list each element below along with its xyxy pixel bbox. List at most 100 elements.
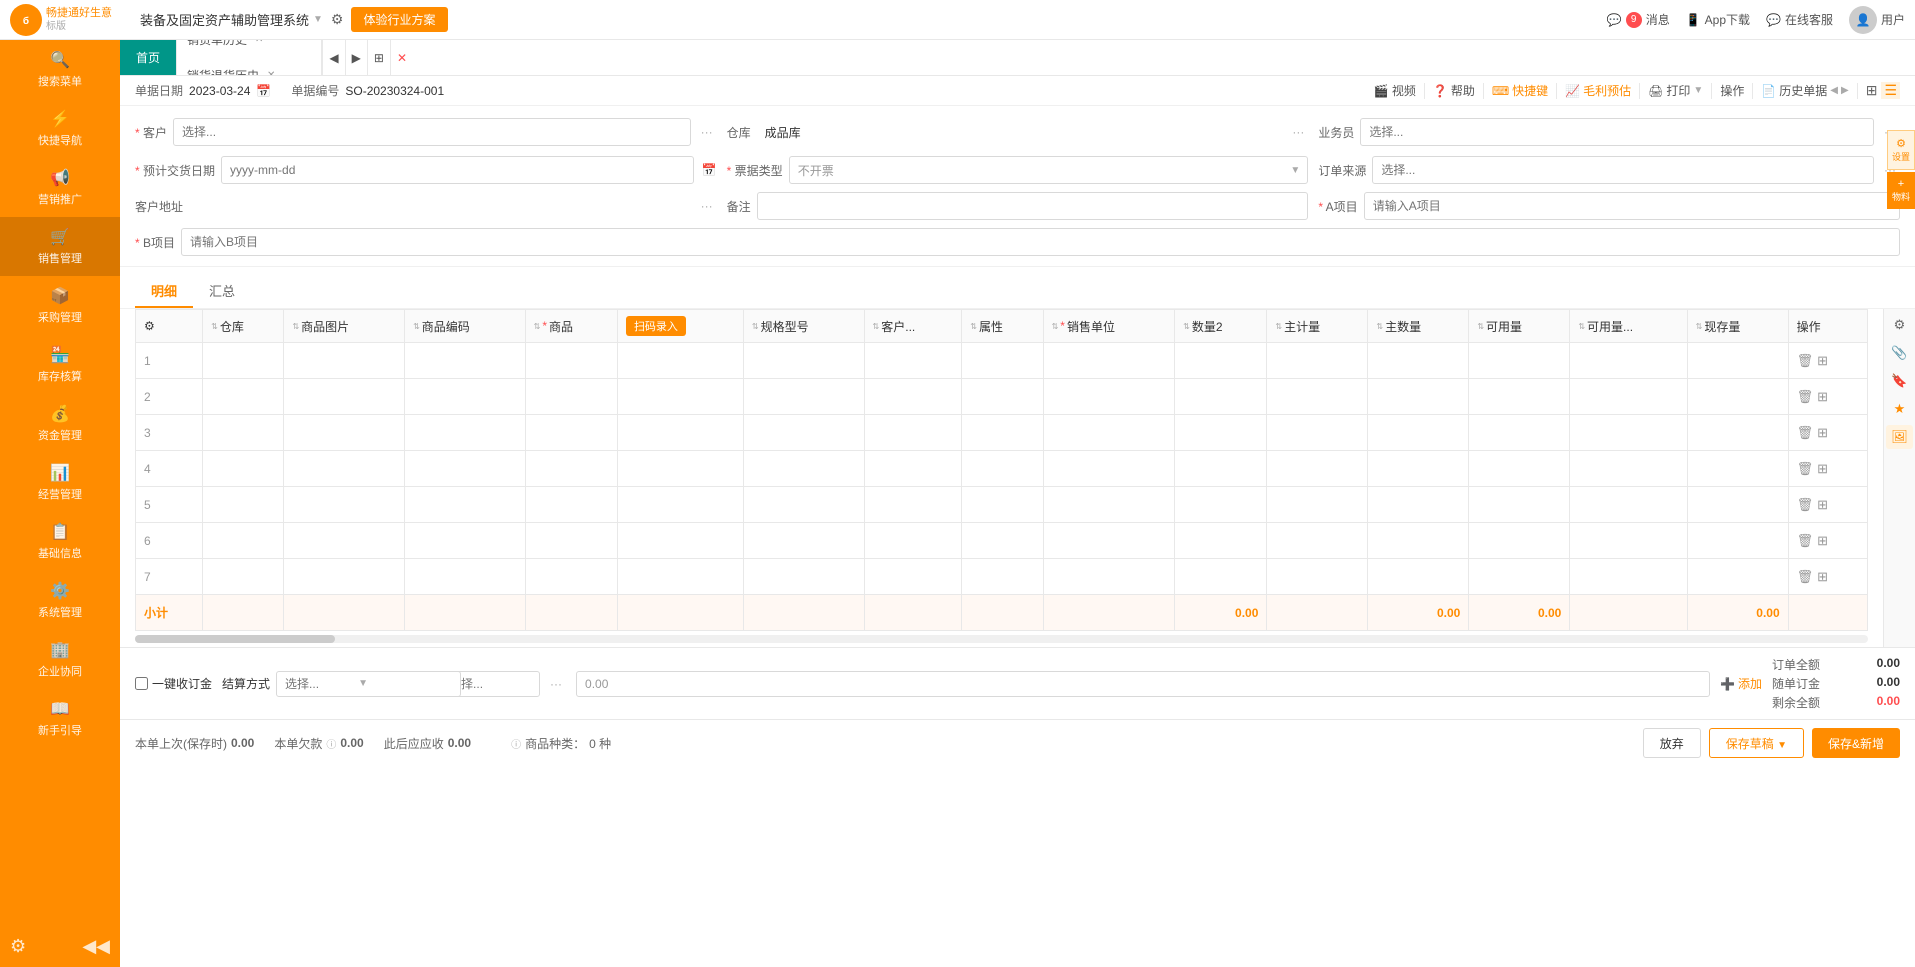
col-main-qty[interactable]: ⇅主数量 <box>1368 310 1469 343</box>
col-settings-icon[interactable]: ⚙ <box>144 319 155 333</box>
copy-icon[interactable]: ⊞ <box>1817 353 1828 369</box>
sidebar-item-base-info[interactable]: 📋基础信息 <box>0 512 120 571</box>
sidebar-collapse-btn[interactable]: ◀◀ <box>82 936 110 957</box>
customer-input[interactable] <box>173 118 691 146</box>
tab-next-btn[interactable]: ▶ <box>345 40 367 76</box>
save-new-btn[interactable]: 保存&新增 <box>1812 728 1900 758</box>
delivery-date-icon[interactable]: 📅 <box>702 163 717 177</box>
col-product-image[interactable]: ⇅商品图片 <box>284 310 405 343</box>
col-customer-code[interactable]: ⇅客户... <box>864 310 962 343</box>
delete-icon[interactable]: 🗑 <box>1797 533 1814 549</box>
tab-sales-refund-history[interactable]: 销货退货历史✕ <box>177 58 322 77</box>
scan-btn[interactable]: 扫码录入 <box>626 316 686 336</box>
col-sales-unit[interactable]: ⇅*销售单位 <box>1043 310 1175 343</box>
salesperson-input[interactable] <box>1360 118 1874 146</box>
delete-icon[interactable]: 🗑 <box>1797 497 1814 513</box>
quick-settle-checkbox[interactable]: 一键收订金 <box>135 675 212 692</box>
col-quantity2[interactable]: ⇅数量2 <box>1175 310 1267 343</box>
remarks-input[interactable] <box>757 192 1309 220</box>
delete-icon[interactable]: 🗑 <box>1797 569 1814 585</box>
add-row-btn[interactable]: ➕ 添加 <box>1720 675 1762 692</box>
bank-account-expand-btn[interactable]: ··· <box>546 677 566 691</box>
user-btn[interactable]: 👤 用户 <box>1849 6 1905 34</box>
delete-icon[interactable]: 🗑 <box>1797 353 1814 369</box>
sidebar-item-operations[interactable]: 📊经营管理 <box>0 453 120 512</box>
col-spec-type[interactable]: ⇅规格型号 <box>743 310 864 343</box>
history-btn[interactable]: 📄 历史单据 ◀ ▶ <box>1761 82 1848 99</box>
sidebar-item-marketing[interactable]: 📢营销推广 <box>0 158 120 217</box>
copy-icon[interactable]: ⊞ <box>1817 533 1828 549</box>
shortcut-btn[interactable]: ⌨ 快捷键 <box>1492 82 1548 99</box>
tab-prev-btn[interactable]: ◀ <box>322 40 344 76</box>
col-product-code[interactable]: ⇅商品编码 <box>405 310 526 343</box>
project-b-input[interactable] <box>181 228 1900 256</box>
sidebar-item-quick-nav[interactable]: ⚡快捷导航 <box>0 99 120 158</box>
sidebar-item-enterprise[interactable]: 🏢企业协同 <box>0 630 120 689</box>
sidebar-item-finance[interactable]: 💰资金管理 <box>0 394 120 453</box>
discard-btn[interactable]: 放弃 <box>1643 728 1701 758</box>
settings-panel-btn[interactable]: ⚙ <box>1886 313 1913 337</box>
address-expand-btn[interactable]: ··· <box>697 199 717 213</box>
help-circle-icon[interactable]: ⓘ <box>326 736 336 751</box>
message-btn[interactable]: 💬 9 🔔 消息 <box>1607 11 1670 28</box>
copy-icon[interactable]: ⊞ <box>1817 497 1828 513</box>
attach-panel-btn[interactable]: 📎 <box>1886 341 1913 365</box>
delete-icon[interactable]: 🗑 <box>1797 389 1814 405</box>
save-draft-btn[interactable]: 保存草稿 ▼ <box>1709 728 1804 758</box>
print-btn[interactable]: 🖨 打印 ▼ <box>1648 82 1703 99</box>
sidebar-item-guide[interactable]: 📖新手引导 <box>0 689 120 748</box>
copy-icon[interactable]: ⊞ <box>1817 569 1828 585</box>
operation-btn[interactable]: 操作 <box>1720 82 1744 99</box>
warehouse-expand-btn[interactable]: ··· <box>1288 125 1308 139</box>
grid-view-btn[interactable]: ⊞ <box>1866 82 1878 99</box>
sidebar-item-system[interactable]: ⚙️系统管理 <box>0 571 120 630</box>
date-picker-icon[interactable]: 📅 <box>256 84 271 98</box>
table-scrollbar[interactable] <box>135 635 1868 643</box>
product-types-icon[interactable]: ⓘ <box>511 736 521 751</box>
tab-close-btn[interactable]: ✕ <box>390 40 413 76</box>
delete-icon[interactable]: 🗑 <box>1797 461 1814 477</box>
col-main-unit[interactable]: ⇅主计量 <box>1267 310 1368 343</box>
customer-expand-btn[interactable]: ··· <box>697 125 717 139</box>
view-btn[interactable]: 🎬 视频 <box>1374 82 1416 99</box>
order-source-input[interactable] <box>1372 156 1874 184</box>
invoice-type-select[interactable] <box>789 156 1309 184</box>
list-view-btn[interactable]: ☰ <box>1881 82 1900 99</box>
sidebar-item-search[interactable]: 🔍搜索菜单 <box>0 40 120 99</box>
sidebar-item-inventory[interactable]: 🏪库存核算 <box>0 335 120 394</box>
side-settings-btn[interactable]: ⚙设置 <box>1887 130 1915 170</box>
settle-method-input[interactable] <box>276 671 461 697</box>
col-attribute[interactable]: ⇅属性 <box>962 310 1043 343</box>
tab-detail[interactable]: 明细 <box>135 275 193 308</box>
col-scan[interactable]: 扫码录入 <box>617 310 743 343</box>
col-warehouse[interactable]: ⇅仓库 <box>203 310 284 343</box>
tab-summary[interactable]: 汇总 <box>193 275 251 308</box>
tab-expand-btn[interactable]: ⊞ <box>367 40 390 76</box>
side-add-btn[interactable]: +物料 <box>1887 172 1915 209</box>
sidebar-settings-icon[interactable]: ⚙ <box>10 936 26 957</box>
star-panel-btn[interactable]: ★ <box>1886 397 1913 421</box>
tab-home[interactable]: 首页 <box>120 40 177 76</box>
col-available-qty[interactable]: ⇅可用量 <box>1469 310 1570 343</box>
col-available-qty2[interactable]: ⇅可用量... <box>1570 310 1687 343</box>
copy-icon[interactable]: ⊞ <box>1817 425 1828 441</box>
online-service-btn[interactable]: 💬 在线客服 <box>1766 11 1833 28</box>
project-a-input[interactable] <box>1364 192 1900 220</box>
sidebar-item-sales[interactable]: 🛒销售管理 <box>0 217 120 276</box>
image-panel-btn[interactable]: 🖼 <box>1886 425 1913 449</box>
copy-icon[interactable]: ⊞ <box>1817 389 1828 405</box>
sidebar-item-purchase[interactable]: 📦采购管理 <box>0 276 120 335</box>
bookmark-panel-btn[interactable]: 🔖 <box>1886 369 1913 393</box>
profit-btn[interactable]: 📈 毛利预估 <box>1565 82 1631 99</box>
app-download-btn[interactable]: 📱 App下载 <box>1686 11 1750 28</box>
help-btn[interactable]: ❓ 帮助 <box>1433 82 1475 99</box>
col-product[interactable]: ⇅*商品 <box>525 310 617 343</box>
save-draft-arrow[interactable]: ▼ <box>1777 740 1787 751</box>
copy-icon[interactable]: ⊞ <box>1817 461 1828 477</box>
delivery-date-input[interactable] <box>221 156 694 184</box>
delete-icon[interactable]: 🗑 <box>1797 425 1814 441</box>
solution-button[interactable]: 体验行业方案 <box>351 7 447 32</box>
tab-sales-return-history[interactable]: 销货单历史✕ <box>177 40 322 58</box>
col-stock-qty[interactable]: ⇅现存量 <box>1687 310 1788 343</box>
amount-input[interactable] <box>576 671 1710 697</box>
